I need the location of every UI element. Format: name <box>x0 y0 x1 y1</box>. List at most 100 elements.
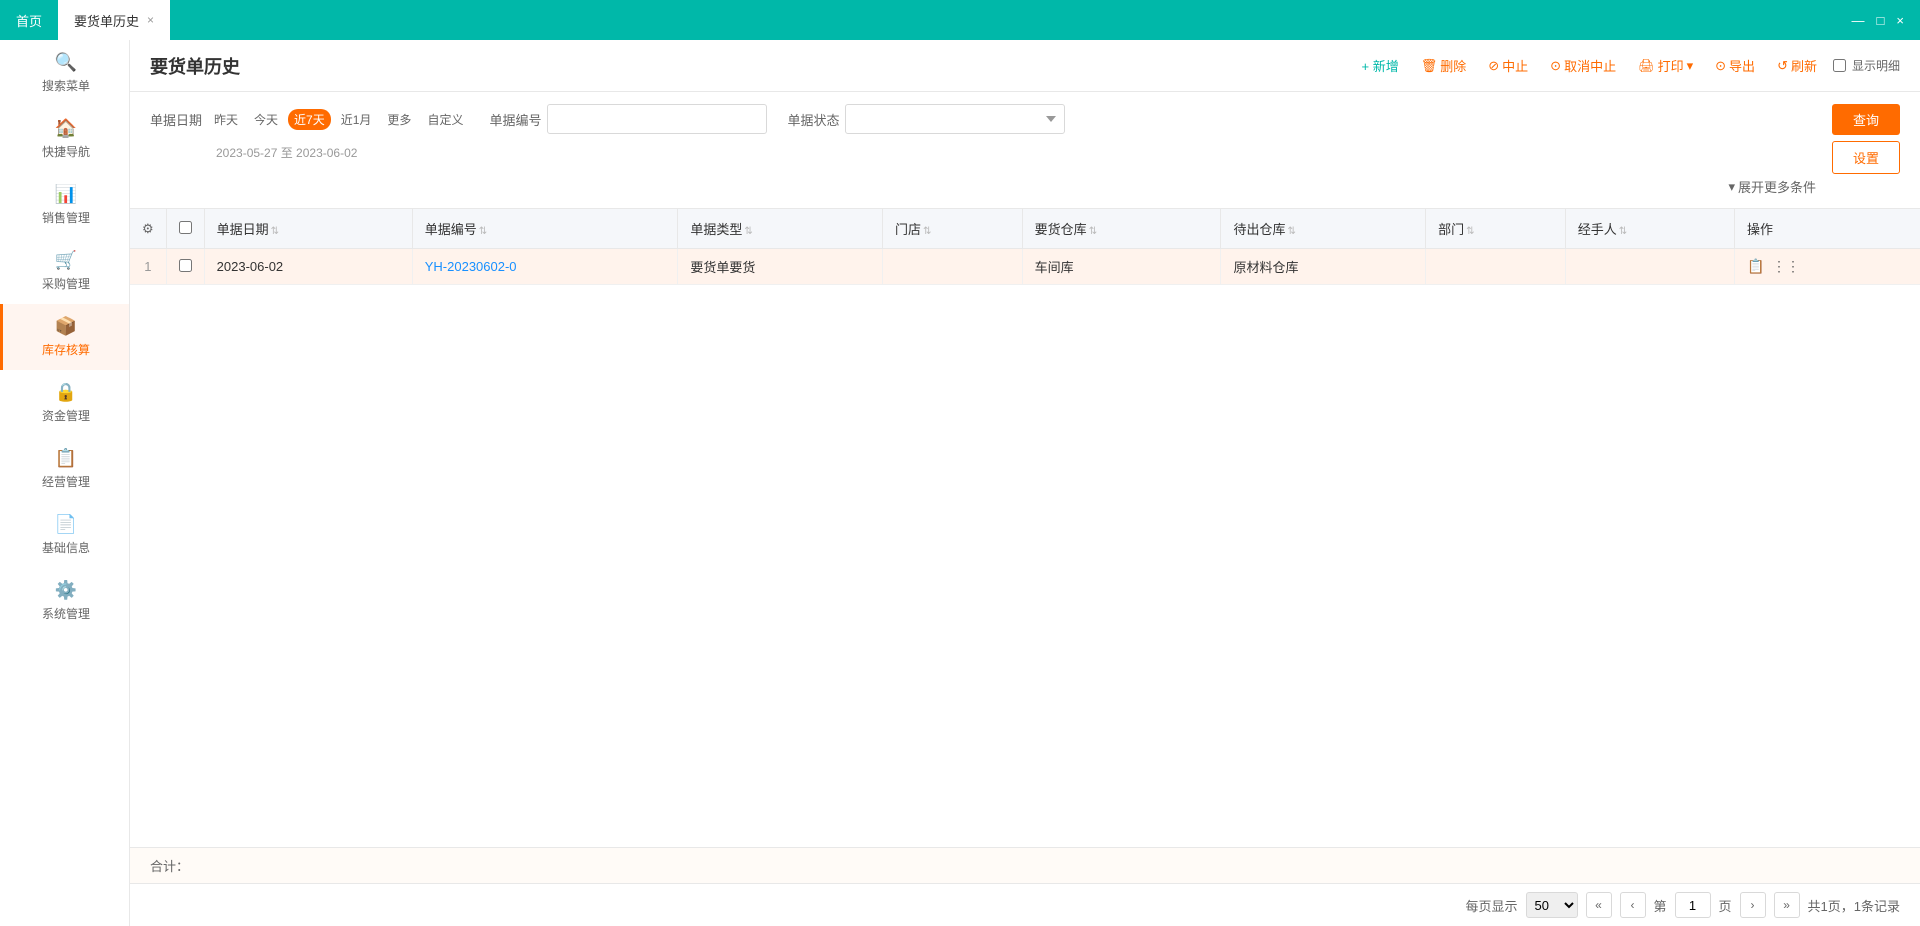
table-checkbox-header[interactable] <box>166 209 204 249</box>
main-layout: 🔍 搜索菜单 🏠 快捷导航 📊 销售管理 🛒 采购管理 📦 库存核算 🔒 资金管… <box>0 40 1920 926</box>
sidebar-item-system[interactable]: ⚙️ 系统管理 <box>0 568 129 634</box>
date-today[interactable]: 今天 <box>248 109 284 130</box>
show-detail-checkbox[interactable] <box>1833 59 1846 72</box>
sidebar-item-inventory[interactable]: 📦 库存核算 <box>0 304 129 370</box>
date-custom[interactable]: 自定义 <box>421 109 469 130</box>
next-page-button[interactable]: › <box>1740 892 1766 918</box>
col-req-warehouse[interactable]: 要货仓库⇅ <box>1022 209 1221 249</box>
sales-icon: 📊 <box>55 184 77 205</box>
add-button[interactable]: + 新增 <box>1355 52 1404 79</box>
page-size-select[interactable]: 10 20 50 100 <box>1526 892 1578 918</box>
show-detail-toggle[interactable]: 显示明细 <box>1833 57 1900 74</box>
refresh-icon: ↺ <box>1777 58 1788 74</box>
filter-area: 单据日期 昨天 今天 近7天 近1月 更多 自定义 <box>130 92 1920 209</box>
sidebar-item-sales[interactable]: 📊 销售管理 <box>0 172 129 238</box>
col-date[interactable]: 单据日期⇅ <box>204 209 412 249</box>
toolbar: + 新增 🗑 删除 ⊘ 中止 ⊙ 取消中止 🖨 打印 ▾ <box>1355 52 1900 79</box>
sidebar-label-shortcuts: 快捷导航 <box>42 143 90 160</box>
home-icon: 🏠 <box>55 118 77 139</box>
top-bar: 首页 要货单历史 × — □ × <box>0 0 1920 40</box>
refresh-button[interactable]: ↺ 刷新 <box>1771 52 1823 79</box>
finance-icon: 🔒 <box>55 382 77 403</box>
col-department[interactable]: 部门⇅ <box>1426 209 1566 249</box>
table-settings-header[interactable]: ⚙ <box>130 209 166 249</box>
maximize-button[interactable]: □ <box>1877 13 1885 28</box>
col-store[interactable]: 门店⇅ <box>883 209 1023 249</box>
date-7days[interactable]: 近7天 <box>288 109 331 130</box>
system-icon: ⚙️ <box>55 580 77 601</box>
status-select[interactable] <box>845 104 1065 134</box>
row-more-button[interactable]: ⋮⋮ <box>1772 258 1800 274</box>
tab-home[interactable]: 首页 <box>0 0 58 40</box>
col-handler[interactable]: 经手人⇅ <box>1565 209 1734 249</box>
last-page-button[interactable]: » <box>1774 892 1800 918</box>
page-label: 第 <box>1654 896 1667 915</box>
query-button[interactable]: 查询 <box>1832 104 1900 135</box>
row-checkbox[interactable] <box>179 259 192 272</box>
sidebar-label-sales: 销售管理 <box>42 209 90 226</box>
sidebar-item-operations[interactable]: 📋 经营管理 <box>0 436 129 502</box>
status-filter-group: 单据状态 <box>787 104 1065 134</box>
cancel-stop-button[interactable]: ⊙ 取消中止 <box>1544 52 1622 79</box>
filter-actions: 查询 设置 <box>1832 104 1900 174</box>
row-operations: 📋 ⋮⋮ <box>1734 249 1920 285</box>
active-tab-label: 要货单历史 <box>74 11 139 30</box>
date-label: 单据日期 <box>150 110 202 129</box>
close-window-button[interactable]: × <box>1896 13 1904 28</box>
sidebar-item-basic[interactable]: 📄 基础信息 <box>0 502 129 568</box>
col-pending-warehouse[interactable]: 待出仓库⇅ <box>1221 209 1426 249</box>
window-controls: — □ × <box>1852 13 1920 28</box>
row-req-warehouse: 车间库 <box>1022 249 1221 285</box>
inventory-icon: 📦 <box>55 316 77 337</box>
date-filter-group: 单据日期 昨天 今天 近7天 近1月 更多 自定义 <box>150 109 469 130</box>
close-tab-button[interactable]: × <box>147 13 154 27</box>
minimize-button[interactable]: — <box>1852 13 1865 28</box>
tab-active[interactable]: 要货单历史 × <box>58 0 170 40</box>
sidebar-item-search[interactable]: 🔍 搜索菜单 <box>0 40 129 106</box>
purchase-icon: 🛒 <box>55 250 77 271</box>
row-date: 2023-06-02 <box>204 249 412 285</box>
date-range-display: 2023-05-27 至 2023-06-02 <box>216 144 357 161</box>
page-number-input[interactable] <box>1675 892 1711 918</box>
delete-icon: 🗑 <box>1421 58 1438 74</box>
col-number[interactable]: 单据编号⇅ <box>412 209 678 249</box>
page-header: 要货单历史 + 新增 🗑 删除 ⊘ 中止 ⊙ 取消中止 🖨 打印 <box>130 40 1920 92</box>
row-edit-button[interactable]: 📋 <box>1747 258 1764 274</box>
row-pending-warehouse: 原材料仓库 <box>1221 249 1426 285</box>
status-label: 单据状态 <box>787 110 839 129</box>
select-all-checkbox[interactable] <box>179 221 192 234</box>
doc-number-link[interactable]: YH-20230602-0 <box>425 259 517 274</box>
doc-number-filter-group: 单据编号 <box>489 104 767 134</box>
col-type[interactable]: 单据类型⇅ <box>678 209 883 249</box>
doc-number-input[interactable] <box>547 104 767 134</box>
export-button[interactable]: ⊙ 导出 <box>1709 52 1761 79</box>
sidebar-label-inventory: 库存核算 <box>42 341 90 358</box>
date-yesterday[interactable]: 昨天 <box>208 109 244 130</box>
date-1month[interactable]: 近1月 <box>335 109 378 130</box>
basic-icon: 📄 <box>55 514 77 535</box>
search-icon: 🔍 <box>55 52 77 73</box>
sidebar-label-finance: 资金管理 <box>42 407 90 424</box>
delete-button[interactable]: 🗑 删除 <box>1415 52 1473 79</box>
doc-number-label: 单据编号 <box>489 110 541 129</box>
stop-button[interactable]: ⊘ 中止 <box>1482 52 1534 79</box>
sidebar-item-shortcuts[interactable]: 🏠 快捷导航 <box>0 106 129 172</box>
expand-conditions-button[interactable]: ▾ 展开更多条件 <box>1728 177 1816 196</box>
sidebar-item-purchase[interactable]: 🛒 采购管理 <box>0 238 129 304</box>
row-department <box>1426 249 1566 285</box>
total-label: 合计： <box>150 859 189 874</box>
sidebar: 🔍 搜索菜单 🏠 快捷导航 📊 销售管理 🛒 采购管理 📦 库存核算 🔒 资金管… <box>0 40 130 926</box>
first-page-button[interactable]: « <box>1586 892 1612 918</box>
print-button[interactable]: 🖨 打印 ▾ <box>1632 52 1699 79</box>
date-more[interactable]: 更多 <box>381 109 417 130</box>
filter-settings-button[interactable]: 设置 <box>1832 141 1900 174</box>
export-icon: ⊙ <box>1715 58 1726 74</box>
stop-icon: ⊘ <box>1488 58 1499 74</box>
row-checkbox-cell[interactable] <box>166 249 204 285</box>
table-row: 1 2023-06-02 YH-20230602-0 要货单要货 车间库 原材料… <box>130 249 1920 285</box>
filter-left: 单据日期 昨天 今天 近7天 近1月 更多 自定义 <box>150 104 1816 196</box>
row-type: 要货单要货 <box>678 249 883 285</box>
prev-page-button[interactable]: ‹ <box>1620 892 1646 918</box>
sidebar-item-finance[interactable]: 🔒 资金管理 <box>0 370 129 436</box>
pagination-bar: 每页显示 10 20 50 100 « ‹ 第 页 › » 共1页，1条记录 <box>130 883 1920 926</box>
